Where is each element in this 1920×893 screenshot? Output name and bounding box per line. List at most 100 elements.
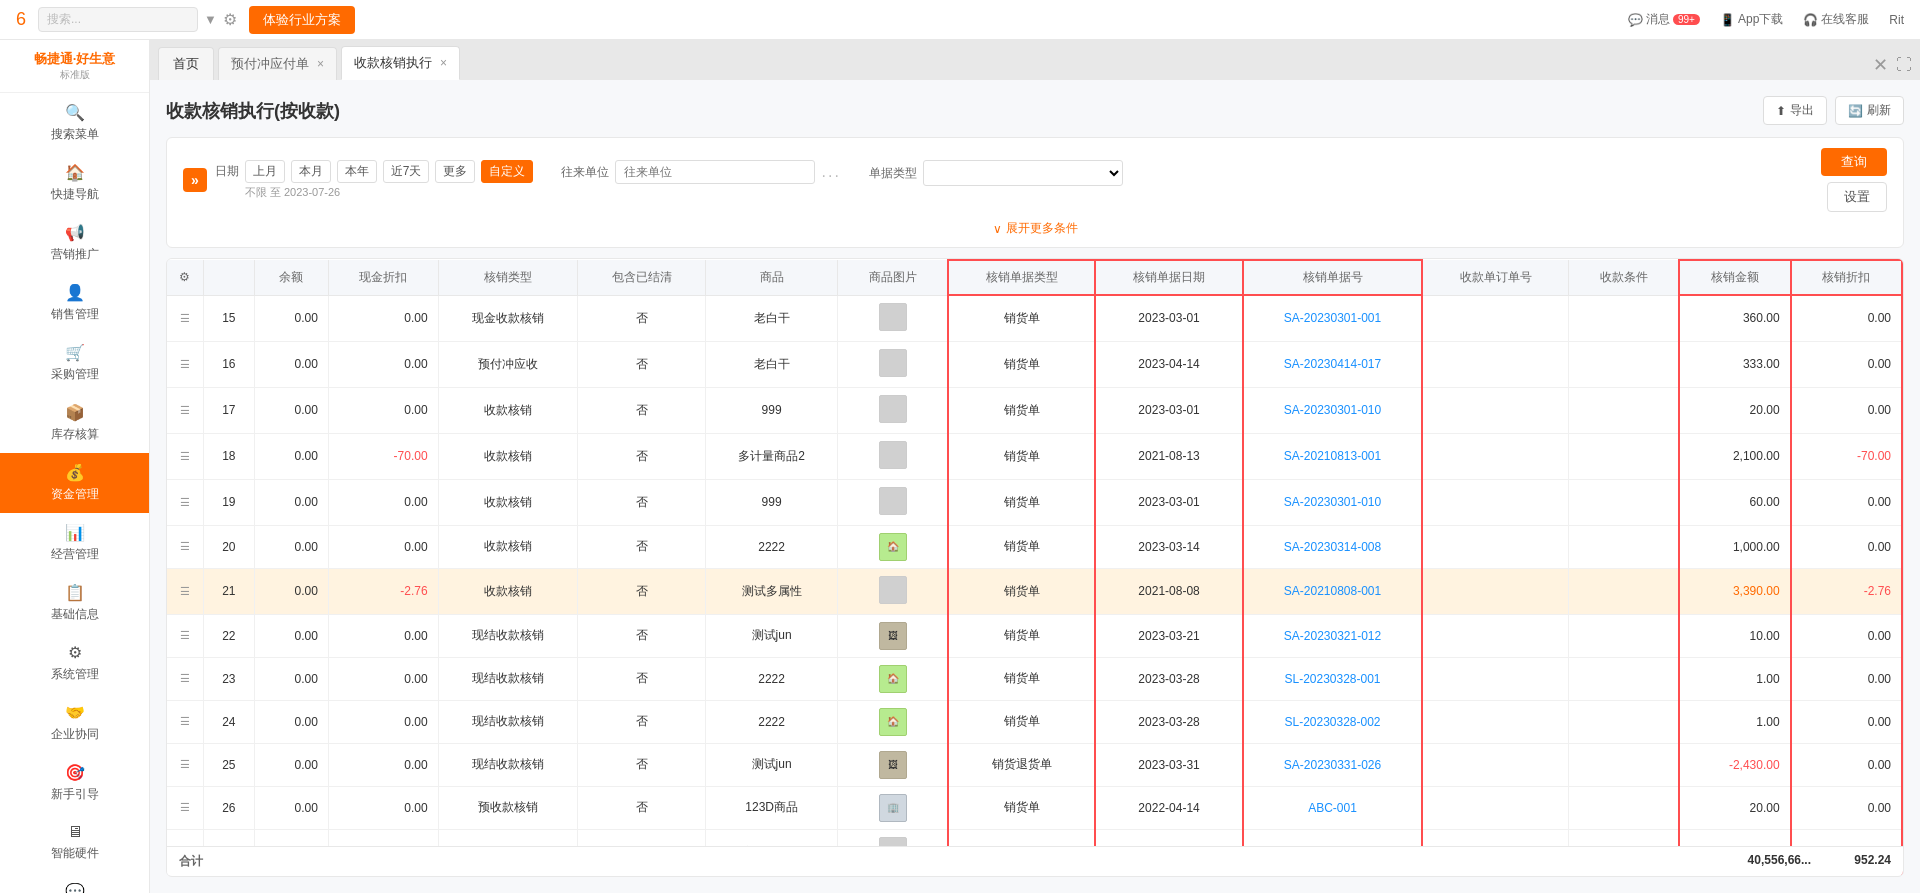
cell-verify-bill-no[interactable]: SA-20230331-026 [1243, 743, 1423, 786]
maximize-window-btn[interactable]: ⛶ [1896, 56, 1912, 74]
cell-included-settled: 否 [578, 295, 706, 341]
cell-product: 测试jun [706, 743, 838, 786]
cell-cash-discount: 0.00 [328, 786, 438, 829]
sidebar-item-marketing[interactable]: 📢 营销推广 [0, 213, 149, 273]
cell-index: ☰ [167, 387, 203, 433]
sidebar-item-sales[interactable]: 👤 销售管理 [0, 273, 149, 333]
search-bar[interactable]: 搜索... [38, 7, 198, 32]
col-seq [203, 260, 255, 295]
cell-verify-discount: 0.00 [1791, 341, 1902, 387]
cell-seq: 20 [203, 525, 255, 568]
cell-verify-discount: 0.00 [1791, 525, 1902, 568]
cell-seq: 19 [203, 479, 255, 525]
tab-prepay[interactable]: 预付冲应付单 × [218, 47, 337, 80]
partner-input[interactable] [615, 160, 815, 184]
sidebar-item-wechat[interactable]: 💬 企业微信 [0, 872, 149, 893]
cell-receipt-condition [1569, 743, 1680, 786]
cell-verify-bill-no[interactable]: SL-20230328-001 [1243, 657, 1423, 700]
cell-verify-discount: -2.76 [1791, 568, 1902, 614]
sidebar-item-quicknav[interactable]: 🏠 快捷导航 [0, 153, 149, 213]
sidebar-item-inventory[interactable]: 📦 库存核算 [0, 393, 149, 453]
col-product-img: 商品图片 [838, 260, 949, 295]
cell-verify-bill-no[interactable]: SA-20230301-010 [1243, 387, 1423, 433]
cell-verify-bill-date: 2023-03-28 [1095, 700, 1242, 743]
cell-verify-bill-no[interactable]: SA-20230301-001 [1243, 295, 1423, 341]
date-this-month[interactable]: 本月 [291, 160, 331, 183]
cell-verify-bill-no[interactable]: SA-20210808-001 [1243, 568, 1423, 614]
sidebar-item-basic[interactable]: 📋 基础信息 [0, 573, 149, 633]
tab-verify-close[interactable]: × [440, 56, 447, 70]
cell-cash-discount: 0.00 [328, 295, 438, 341]
ellipsis-icon[interactable]: ... [821, 163, 840, 181]
settings-icon[interactable]: ⚙ [223, 10, 237, 29]
sidebar-item-finance[interactable]: 💰 资金管理 [0, 453, 149, 513]
sidebar: 畅捷通·好生意 标准版 🔍 搜索菜单 🏠 快捷导航 📢 营销推广 👤 销售管理 … [0, 40, 150, 893]
close-window-btn[interactable]: ✕ [1873, 54, 1888, 76]
cell-balance: 0.00 [255, 657, 329, 700]
cell-receipt-condition [1569, 433, 1680, 479]
query-button[interactable]: 查询 [1821, 148, 1887, 176]
bill-type-select[interactable] [923, 160, 1123, 186]
date-more[interactable]: 更多 [435, 160, 475, 183]
tab-verify[interactable]: 收款核销执行 × [341, 46, 460, 80]
cell-verify-amount: 3,390.00 [1679, 568, 1790, 614]
cell-verify-bill-type: 销货单 [948, 387, 1095, 433]
cell-verify-bill-type: 销货单 [948, 568, 1095, 614]
date-last-month[interactable]: 上月 [245, 160, 285, 183]
cell-verify-bill-no[interactable]: SA-20230301-010 [1243, 479, 1423, 525]
sidebar-item-hardware[interactable]: 🖥 智能硬件 [0, 813, 149, 872]
cell-receipt-condition [1569, 568, 1680, 614]
cell-product: 测试多属性 [706, 568, 838, 614]
app-logo: 6 [16, 9, 26, 30]
sidebar-item-purchase[interactable]: 🛒 采购管理 [0, 333, 149, 393]
expand-filter-arrow[interactable]: » [183, 168, 207, 192]
expand-more-conditions[interactable]: ∨ 展开更多条件 [993, 220, 1078, 237]
cell-verify-bill-no[interactable]: SA-20230414-017 [1243, 341, 1423, 387]
cell-verify-bill-no[interactable]: SA-20210813-001 [1243, 433, 1423, 479]
cell-verify-type: 现结收款核销 [438, 743, 578, 786]
date-7days[interactable]: 近7天 [383, 160, 430, 183]
online-service[interactable]: 🎧 在线客服 [1803, 11, 1869, 28]
cell-verify-amount: 2,100.00 [1679, 433, 1790, 479]
cell-receipt-order [1422, 479, 1569, 525]
cell-verify-type: 收款核销 [438, 433, 578, 479]
sidebar-item-search[interactable]: 🔍 搜索菜单 [0, 93, 149, 153]
cell-receipt-condition [1569, 525, 1680, 568]
table-row: ☰ 26 0.00 0.00 预收款核销 否 123D商品 🏢 销货单 2022… [167, 786, 1902, 829]
sidebar-item-operation[interactable]: 📊 经营管理 [0, 513, 149, 573]
sidebar-item-guide[interactable]: 🎯 新手引导 [0, 753, 149, 813]
cell-verify-bill-no[interactable]: SL-20230328-002 [1243, 700, 1423, 743]
cell-index: ☰ [167, 743, 203, 786]
tab-home[interactable]: 首页 [158, 47, 214, 80]
date-custom[interactable]: 自定义 [481, 160, 533, 183]
notification-area[interactable]: 💬 消息 99+ [1628, 11, 1700, 28]
cell-product-img [838, 341, 949, 387]
setting-button[interactable]: 设置 [1827, 182, 1887, 212]
cell-verify-amount: 60.00 [1679, 479, 1790, 525]
cell-included-settled: 否 [578, 479, 706, 525]
col-verify-discount: 核销折扣 [1791, 260, 1902, 295]
user-info[interactable]: Rit [1889, 13, 1904, 27]
cell-product-img: 🏠 [838, 700, 949, 743]
cell-verify-type: 收款核销 [438, 479, 578, 525]
col-gear[interactable]: ⚙ [167, 260, 203, 295]
cell-index: ☰ [167, 525, 203, 568]
tab-prepay-close[interactable]: × [317, 57, 324, 71]
cell-verify-bill-no[interactable]: SA-20230314-008 [1243, 525, 1423, 568]
date-this-year[interactable]: 本年 [337, 160, 377, 183]
cell-verify-discount: 0.00 [1791, 387, 1902, 433]
tab-bar: 首页 预付冲应付单 × 收款核销执行 × ✕ ⛶ [150, 40, 1920, 80]
table-row: ☰ 21 0.00 -2.76 收款核销 否 测试多属性 销货单 2021-08… [167, 568, 1902, 614]
partner-label: 往来单位 [561, 164, 609, 181]
cell-verify-bill-type: 销货单 [948, 295, 1095, 341]
sidebar-item-system[interactable]: ⚙ 系统管理 [0, 633, 149, 693]
refresh-button[interactable]: 🔄 刷新 [1835, 96, 1904, 125]
cell-verify-bill-no[interactable]: SA-20230321-012 [1243, 614, 1423, 657]
cell-verify-bill-type: 销货单 [948, 479, 1095, 525]
industry-solution-button[interactable]: 体验行业方案 [249, 6, 355, 34]
export-button[interactable]: ⬆ 导出 [1763, 96, 1827, 125]
cell-verify-bill-no[interactable]: ABC-001 [1243, 786, 1423, 829]
app-download[interactable]: 📱 App下载 [1720, 11, 1783, 28]
sidebar-item-enterprise[interactable]: 🤝 企业协同 [0, 693, 149, 753]
cell-product: 2222 [706, 700, 838, 743]
